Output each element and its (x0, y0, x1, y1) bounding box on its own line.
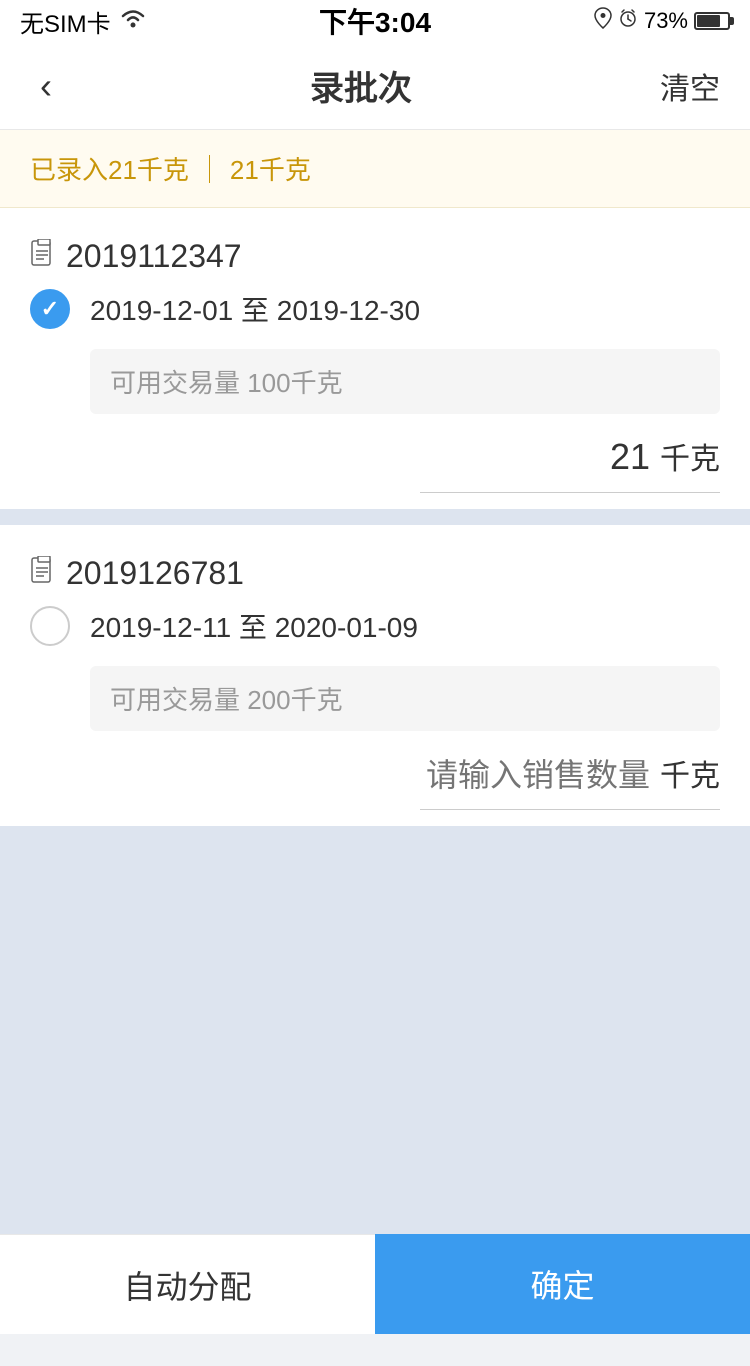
clear-button[interactable]: 清空 (660, 64, 720, 108)
battery-percent: 73% (644, 8, 688, 34)
confirm-label: 确定 (530, 1261, 594, 1307)
batch-doc-icon-2 (30, 556, 58, 591)
amount-value-1: 21 (610, 436, 650, 478)
auto-distribute-button[interactable]: 自动分配 (0, 1234, 375, 1334)
batch-date-1: 2019-12-01 至 2019-12-30 (90, 289, 420, 329)
recorded-amount: 已录入21千克 (30, 150, 189, 187)
content-area: 已录入21千克 21千克 2019112347 2019-12-01 至 201… (0, 130, 750, 1366)
nav-bar: ‹ 录批次 清空 (0, 42, 750, 130)
available-qty-1: 可用交易量 100千克 (90, 349, 720, 414)
batch-item-2: 2019126781 2019-12-11 至 2020-01-09 可用交易量… (0, 525, 750, 731)
batch-item-1: 2019112347 2019-12-01 至 2019-12-30 可用交易量… (0, 208, 750, 414)
location-icon (594, 7, 612, 35)
empty-area (0, 826, 750, 1266)
qty-unit-2: 千克 (660, 751, 720, 795)
info-banner: 已录入21千克 21千克 (0, 130, 750, 208)
bottom-bar: 自动分配 确定 (0, 1234, 750, 1334)
batch-id-row-1: 2019112347 (30, 238, 720, 275)
batch-id-2: 2019126781 (66, 555, 244, 592)
batch-radio-1[interactable] (30, 289, 70, 329)
batch-date-row-2[interactable]: 2019-12-11 至 2020-01-09 (30, 606, 720, 646)
battery-icon (694, 12, 730, 30)
qty-input-2[interactable] (30, 757, 650, 794)
batch-doc-icon (30, 239, 58, 274)
input-row-2: 千克 (0, 731, 750, 809)
total-amount: 21千克 (230, 150, 311, 187)
auto-distribute-label: 自动分配 (123, 1262, 251, 1308)
sim-text: 无SIM卡 (20, 4, 111, 39)
batch-radio-2[interactable] (30, 606, 70, 646)
amount-unit-1: 千克 (660, 434, 720, 478)
page-title: 录批次 (310, 61, 412, 110)
time-display: 下午3:04 (319, 1, 431, 41)
confirm-button[interactable]: 确定 (375, 1234, 750, 1334)
info-divider (209, 155, 210, 183)
status-left: 无SIM卡 (20, 4, 147, 39)
batch-id-row-2: 2019126781 (30, 555, 720, 592)
available-qty-2: 可用交易量 200千克 (90, 666, 720, 731)
batch-id-1: 2019112347 (66, 238, 242, 275)
back-button[interactable]: ‹ (30, 55, 62, 117)
batch-date-row-1[interactable]: 2019-12-01 至 2019-12-30 (30, 289, 720, 329)
status-bar: 无SIM卡 下午3:04 73% (0, 0, 750, 42)
status-right: 73% (594, 7, 730, 35)
section-divider (0, 509, 750, 525)
available-qty-text-1: 可用交易量 100千克 (110, 368, 343, 398)
amount-section-1: 21 千克 (0, 414, 750, 509)
amount-row-1: 21 千克 (0, 414, 750, 492)
alarm-icon (618, 8, 638, 34)
wifi-icon (119, 7, 147, 35)
available-qty-text-2: 可用交易量 200千克 (110, 685, 343, 715)
batch-date-2: 2019-12-11 至 2020-01-09 (90, 606, 418, 646)
input-section-2: 千克 (0, 731, 750, 826)
